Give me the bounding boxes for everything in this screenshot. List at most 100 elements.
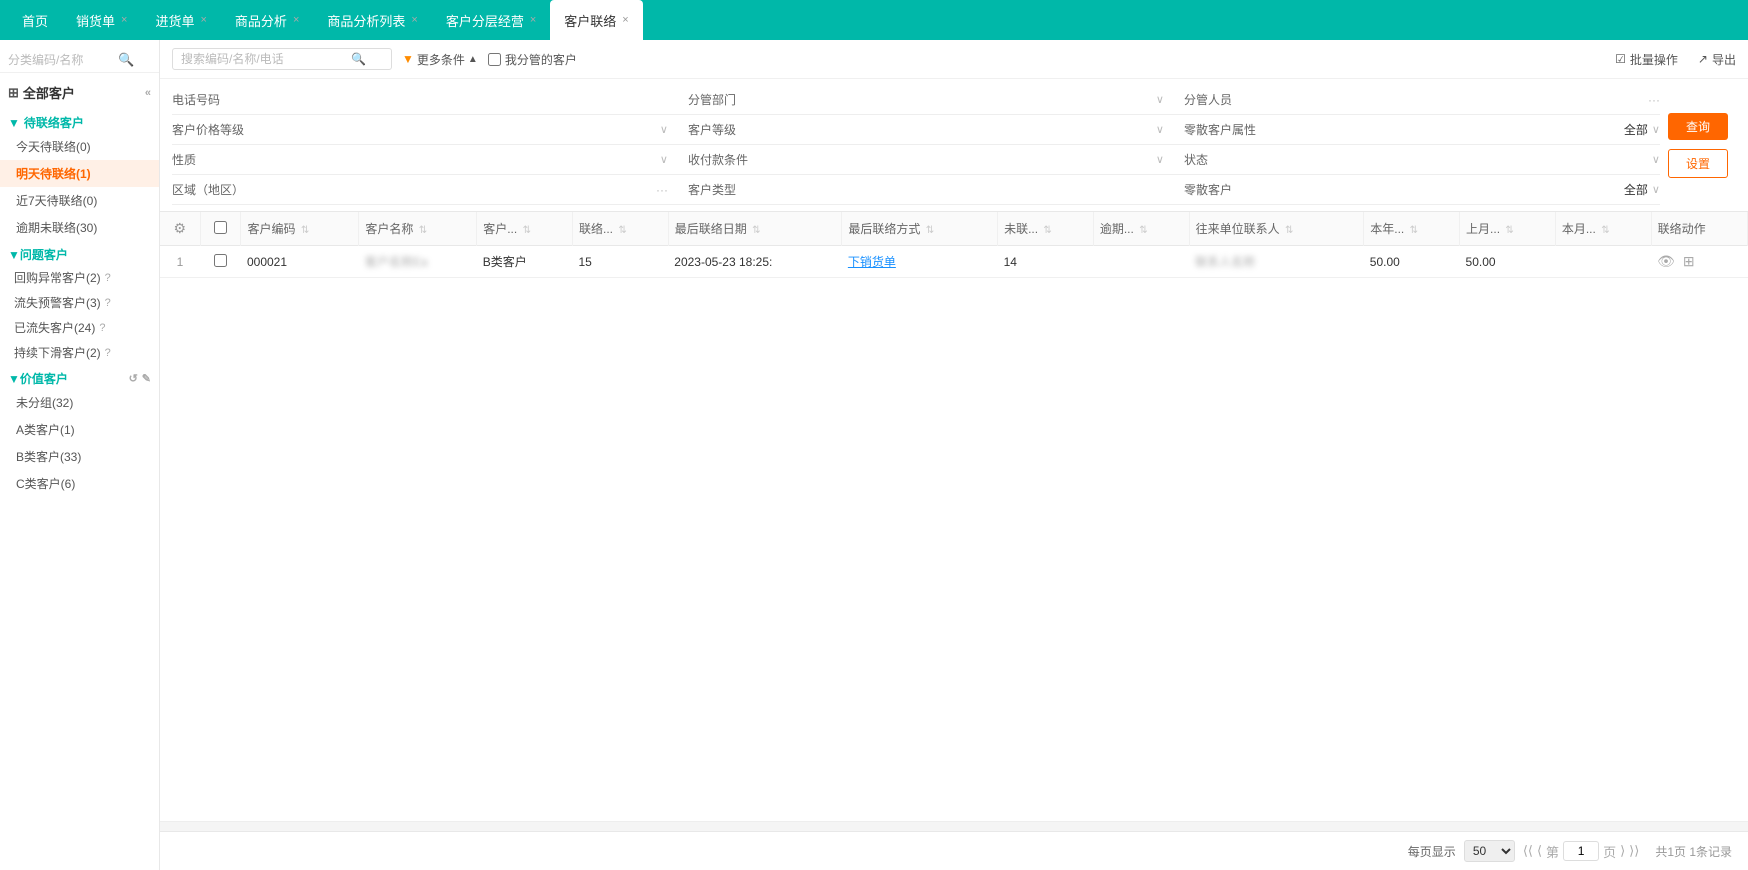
sidebar-item-declining[interactable]: 持续下滑客户(2) ? [0,340,159,365]
sidebar-item-7days[interactable]: 近7天待联络(0) [0,187,159,214]
select-all-checkbox[interactable] [214,221,227,234]
sidebar-item-tomorrow[interactable]: 明天待联络(1) [0,160,159,187]
grid-action-icon[interactable]: ⊞ [1683,253,1695,270]
nav-product-analysis[interactable]: 商品分析 × [221,0,313,40]
nav-sales-order[interactable]: 销货单 × [62,0,141,40]
sort-icon[interactable]: ⇅ [419,225,427,236]
sidebar-item-class-a[interactable]: A类客户(1) [0,416,159,443]
page-label-text: 第 [1546,842,1559,861]
sidebar-item-repurchase-abnormal[interactable]: 回购异常客户(2) ? [0,265,159,290]
sort-icon[interactable]: ⇅ [926,225,934,236]
search-input-wrap: 🔍 [172,48,392,70]
setting-button[interactable]: 设置 [1668,149,1728,178]
close-icon[interactable]: × [293,14,299,26]
next-page-icon[interactable]: ⟩ [1620,843,1625,859]
sidebar-item-ungrouped[interactable]: 未分组(32) [0,389,159,416]
row-last-date: 2023-05-23 18:25: [668,246,842,278]
col-type: 客户... ⇅ [477,212,573,246]
row-last-method: 下销货单 [842,246,998,278]
sidebar-item-today[interactable]: 今天待联络(0) [0,133,159,160]
my-customer-checkbox[interactable]: 我分管的客户 [488,51,577,68]
my-customer-label: 我分管的客户 [505,51,577,68]
table-scroll-area[interactable]: ⚙ 客户编码 ⇅ 客户名称 ⇅ [160,212,1748,821]
prev-page-icon[interactable]: ⟨ [1537,843,1542,859]
close-icon[interactable]: × [530,14,536,26]
sort-icon[interactable]: ⇅ [752,225,760,236]
page-number-input[interactable] [1563,841,1599,861]
search-icon[interactable]: 🔍 [351,52,366,66]
sidebar-value-group: ▼ 价值客户 ↺ ✎ [0,365,159,389]
sidebar-item-lost[interactable]: 已流失客户(24) ? [0,315,159,340]
sidebar-item-class-b[interactable]: B类客户(33) [0,443,159,470]
close-icon[interactable]: × [411,14,417,26]
nav-product-analysis-list[interactable]: 商品分析列表 × [313,0,431,40]
first-page-icon[interactable]: ⟨⟨ [1523,843,1533,859]
main-search-input[interactable] [181,52,351,66]
nav-customer-contact[interactable]: 客户联络 × [550,0,642,40]
last-method-link[interactable]: 下销货单 [848,255,896,269]
my-customer-check[interactable] [488,53,501,66]
sidebar-search-input[interactable] [8,53,118,67]
query-button[interactable]: 查询 [1668,113,1728,140]
col-overdue-label: 逾期... [1100,222,1134,236]
last-page-icon[interactable]: ⟩⟩ [1629,843,1639,859]
row-select-checkbox[interactable] [214,254,227,267]
row-contact-count: 15 [572,246,668,278]
sidebar-all-customers[interactable]: ⊞ 全部客户 « [0,77,159,108]
sidebar-problem-label: 问题客户 [20,246,68,263]
refresh-icon[interactable]: ↺ [129,372,138,385]
sort-icon[interactable]: ⇅ [1505,225,1513,236]
settings-icon[interactable]: ⚙ [173,220,186,236]
sort-icon[interactable]: ⇅ [523,225,531,236]
sort-icon[interactable]: ⇅ [1410,225,1418,236]
chevron-up-icon: ▲ [468,54,478,65]
nav-customer-segment[interactable]: 客户分层经营 × [432,0,550,40]
nav-home[interactable]: 首页 [8,0,62,40]
col-type-label: 客户... [483,222,517,236]
col-this-month: 本月... ⇅ [1555,212,1651,246]
question-icon[interactable]: ? [99,322,105,334]
export-icon: ↗ [1698,52,1708,66]
row-checkbox [200,246,241,278]
col-contact-count-label: 联络... [579,222,613,236]
close-icon[interactable]: × [121,14,127,26]
question-icon[interactable]: ? [105,272,111,284]
sidebar-search-icon[interactable]: 🔍 [118,52,134,68]
content-area: 🔍 ▼ 更多条件 ▲ 我分管的客户 ☑ 批量操作 ↗ 导出 [160,40,1748,870]
col-this-year: 本年... ⇅ [1364,212,1460,246]
sort-icon[interactable]: ⇅ [1043,225,1051,236]
collapse-icon[interactable]: « [145,87,151,99]
close-icon[interactable]: × [200,14,206,26]
close-icon[interactable]: × [622,14,628,26]
per-page-select[interactable]: 50 20 100 [1464,840,1515,862]
sidebar-item-class-c[interactable]: C类客户(6) [0,470,159,497]
sidebar-item-overdue[interactable]: 逾期未联络(30) [0,214,159,241]
question-icon[interactable]: ? [105,297,111,309]
col-name-label: 客户名称 [365,222,413,236]
question-icon[interactable]: ? [105,347,111,359]
horizontal-scrollbar[interactable] [160,821,1748,831]
filter-customer-level-value: ∨ [751,123,1164,136]
filter-price-level: 客户价格等级 ∨ [172,115,668,145]
sort-icon[interactable]: ⇅ [301,225,309,236]
scattered-customer-value-text: 全部 [1624,181,1648,198]
sidebar-problem-group: ▼ 问题客户 [0,241,159,265]
chevron-down-icon: ∨ [1652,183,1660,196]
edit-icon[interactable]: ✎ [142,372,151,385]
sort-icon[interactable]: ⇅ [1285,225,1293,236]
dots-icon[interactable]: ··· [656,183,668,197]
eye-icon[interactable]: 👁 [1657,253,1675,270]
table-row: 1 000021 客户名称Ea B类客户 15 2023-05-23 18:25… [160,246,1748,278]
filter-dept-label: 分管部门 [688,91,743,108]
sort-icon[interactable]: ⇅ [1139,225,1147,236]
sort-icon[interactable]: ⇅ [1601,225,1609,236]
sidebar-item-loss-warning[interactable]: 流失预警客户(3) ? [0,290,159,315]
sort-icon[interactable]: ⇅ [618,225,626,236]
export-button[interactable]: ↗ 导出 [1698,51,1736,68]
col-unlinked-label: 未联... [1004,222,1038,236]
dots-icon[interactable]: ··· [1648,93,1660,107]
col-actions-label: 联络动作 [1658,222,1706,236]
nav-purchase-order[interactable]: 进货单 × [141,0,220,40]
batch-ops-button[interactable]: ☑ 批量操作 [1615,51,1678,68]
more-filter-button[interactable]: ▼ 更多条件 ▲ [402,51,478,68]
